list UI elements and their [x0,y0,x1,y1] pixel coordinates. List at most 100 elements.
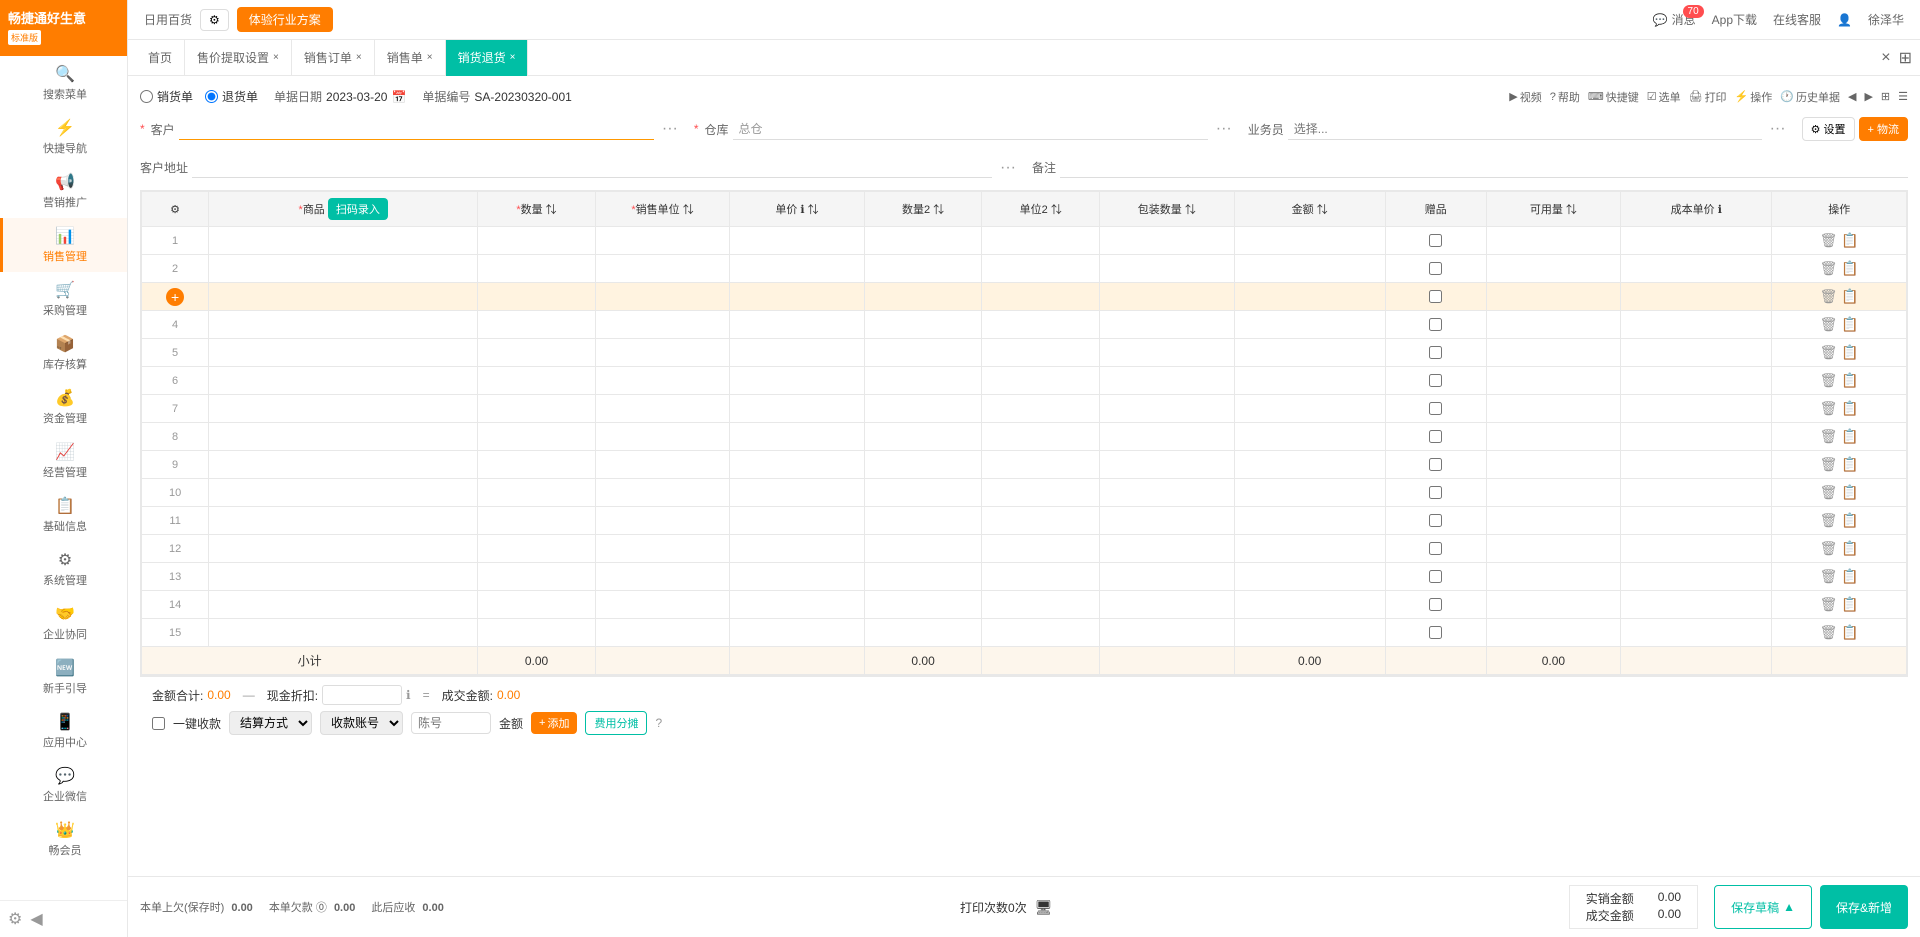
pack-cell-14[interactable] [1100,591,1234,619]
cost-cell-2[interactable] [1621,255,1772,283]
app-download-link[interactable]: App下载 [1712,11,1757,28]
logistics-btn[interactable]: + 物流 [1859,117,1908,141]
product-cell-12[interactable] [209,535,478,563]
unit-cell-15[interactable] [595,619,729,647]
delete-row-btn-3[interactable]: 🗑 [1820,288,1838,305]
gift-checkbox-8[interactable] [1429,430,1442,443]
amount-cell-5[interactable] [1234,339,1385,367]
product-cell-13[interactable] [209,563,478,591]
unit-cell-4[interactable] [595,311,729,339]
sidebar-item-sales[interactable]: 📊 销售管理 [0,218,127,272]
select-btn[interactable]: ☑选单 [1647,89,1681,105]
pack-cell-8[interactable] [1100,423,1234,451]
price-cell-3[interactable] [730,283,864,311]
copy-row-btn-10[interactable]: 📋 [1841,484,1858,501]
qty2-cell-4[interactable] [864,311,982,339]
unit2-cell-9[interactable] [982,451,1100,479]
cost-cell-14[interactable] [1621,591,1772,619]
video-btn[interactable]: ▶视频 [1509,89,1541,105]
account-select[interactable]: 收款账号 [320,711,403,735]
prev-doc-btn[interactable]: ◀ [1848,90,1856,103]
pack-cell-5[interactable] [1100,339,1234,367]
shortcut-btn[interactable]: ⌨快捷键 [1588,89,1639,105]
history-btn[interactable]: 🕐历史单据 [1780,89,1840,105]
qty2-cell-2[interactable] [864,255,982,283]
address-more-btn[interactable]: ··· [1000,159,1016,177]
product-cell-4[interactable] [209,311,478,339]
help-btn[interactable]: ?帮助 [1550,89,1580,105]
gift-checkbox-1[interactable] [1429,234,1442,247]
gift-cell-1[interactable] [1385,227,1486,255]
unit2-cell-4[interactable] [982,311,1100,339]
pack-cell-9[interactable] [1100,451,1234,479]
avail-cell-3[interactable] [1486,283,1620,311]
qty-cell-3[interactable] [478,283,596,311]
price-cell-7[interactable] [730,395,864,423]
scan-btn[interactable]: 扫码录入 [328,198,388,220]
unit2-cell-7[interactable] [982,395,1100,423]
price-cell-6[interactable] [730,367,864,395]
delete-row-btn-2[interactable]: 🗑 [1820,260,1838,277]
avail-cell-1[interactable] [1486,227,1620,255]
gift-cell-13[interactable] [1385,563,1486,591]
avail-cell-8[interactable] [1486,423,1620,451]
sidebar-item-member[interactable]: 👑 畅会员 [0,812,127,866]
qty2-cell-15[interactable] [864,619,982,647]
avail-cell-10[interactable] [1486,479,1620,507]
gift-cell-14[interactable] [1385,591,1486,619]
address-input[interactable] [192,157,992,178]
account-number-input[interactable] [411,712,491,734]
amount-cell-10[interactable] [1234,479,1385,507]
delete-row-btn-9[interactable]: 🗑 [1820,456,1838,473]
tab-home[interactable]: 首页 [136,40,185,76]
delete-row-btn-4[interactable]: 🗑 [1820,316,1838,333]
unit2-cell-15[interactable] [982,619,1100,647]
qty-cell-10[interactable] [478,479,596,507]
product-cell-3[interactable] [209,283,478,311]
gift-checkbox-15[interactable] [1429,626,1442,639]
tab-sale-return[interactable]: 销货退货× [446,40,529,76]
unit2-cell-5[interactable] [982,339,1100,367]
amount-cell-12[interactable] [1234,535,1385,563]
product-cell-15[interactable] [209,619,478,647]
qty-cell-11[interactable] [478,507,596,535]
cost-cell-13[interactable] [1621,563,1772,591]
qty2-cell-1[interactable] [864,227,982,255]
copy-row-btn-7[interactable]: 📋 [1841,400,1858,417]
unit2-cell-1[interactable] [982,227,1100,255]
sidebar-collapse-icon[interactable]: ◀ [30,909,42,929]
amount-cell-4[interactable] [1234,311,1385,339]
unit-cell-5[interactable] [595,339,729,367]
avail-cell-12[interactable] [1486,535,1620,563]
gift-checkbox-7[interactable] [1429,402,1442,415]
avail-cell-5[interactable] [1486,339,1620,367]
sidebar-item-wechat[interactable]: 💬 企业微信 [0,758,127,812]
pack-cell-15[interactable] [1100,619,1234,647]
avail-cell-15[interactable] [1486,619,1620,647]
unit2-cell-11[interactable] [982,507,1100,535]
add-row-btn[interactable]: + [166,288,184,306]
price-cell-5[interactable] [730,339,864,367]
copy-row-btn-8[interactable]: 📋 [1841,428,1858,445]
amount-cell-6[interactable] [1234,367,1385,395]
qty-cell-5[interactable] [478,339,596,367]
amount-cell-15[interactable] [1234,619,1385,647]
grid-view-btn[interactable]: ⊞ [1881,90,1890,103]
sidebar-item-inventory[interactable]: 📦 库存核算 [0,326,127,380]
product-cell-1[interactable] [209,227,478,255]
pack-cell-1[interactable] [1100,227,1234,255]
experience-btn[interactable]: 体验行业方案 [237,7,333,32]
sidebar-settings-icon[interactable]: ⚙ [8,909,22,929]
settlement-select[interactable]: 结算方式 [229,711,312,735]
cost-cell-3[interactable] [1621,283,1772,311]
qty-cell-1[interactable] [478,227,596,255]
qty2-cell-9[interactable] [864,451,982,479]
sidebar-item-apps[interactable]: 📱 应用中心 [0,704,127,758]
gift-cell-5[interactable] [1385,339,1486,367]
fee-split-btn[interactable]: 费用分摊 [585,711,647,735]
qty-cell-12[interactable] [478,535,596,563]
radio-sale[interactable]: 销货单 [140,88,193,105]
price-cell-15[interactable] [730,619,864,647]
warehouse-more-btn[interactable]: ··· [1216,120,1232,138]
notification-area[interactable]: 💬 消息 70 [1653,11,1696,28]
